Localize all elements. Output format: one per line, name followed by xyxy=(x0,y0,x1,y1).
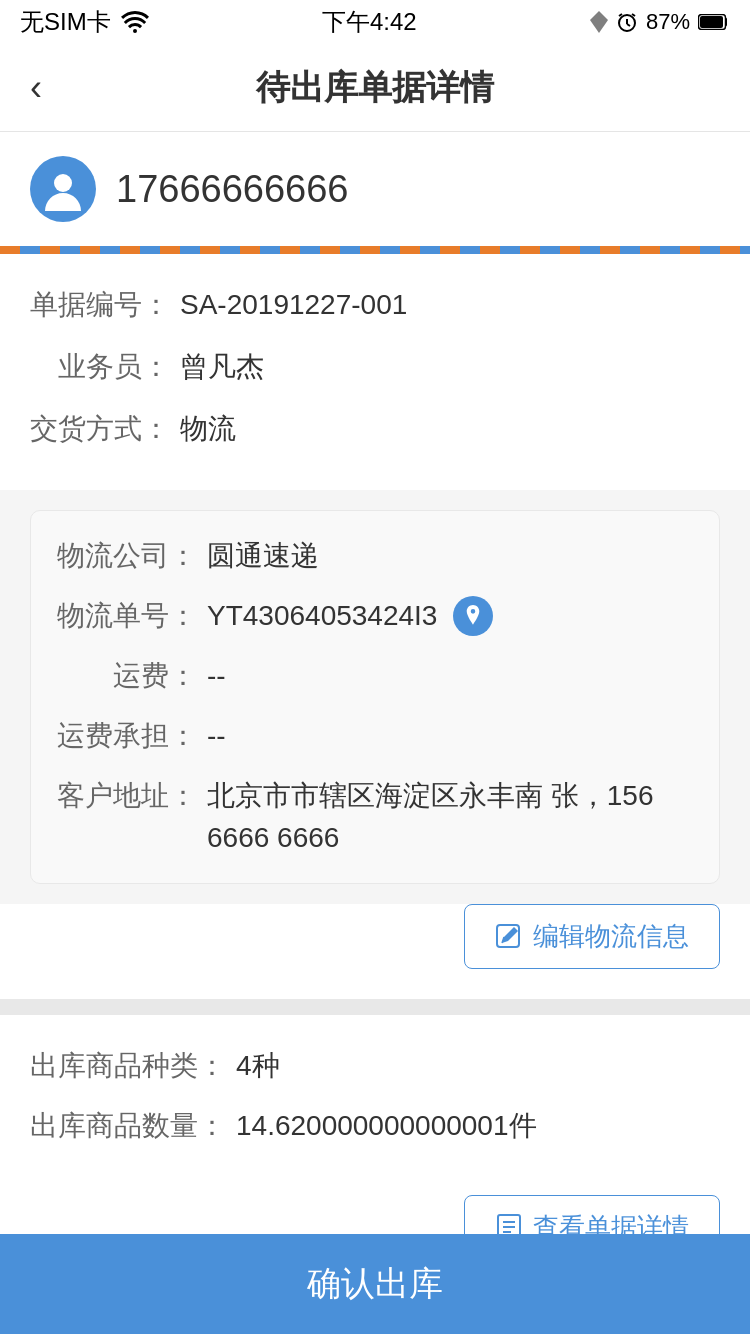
delivery-label: 交货方式： xyxy=(30,408,170,450)
battery-icon xyxy=(698,14,730,30)
freight-label: 运费： xyxy=(57,655,197,697)
doc-number-value: SA-20191227-001 xyxy=(180,284,720,326)
confirm-button[interactable]: 确认出库 xyxy=(0,1234,750,1334)
customer-phone: 17666666666 xyxy=(116,168,348,211)
page-title: 待出库单据详情 xyxy=(256,65,494,111)
tracking-row: 物流单号： YT43064053424I3 xyxy=(57,595,693,637)
wifi-icon xyxy=(121,11,149,33)
tracking-value: YT43064053424I3 xyxy=(207,595,437,637)
svg-line-4 xyxy=(632,14,635,16)
stock-quantity-value: 14.620000000000001件 xyxy=(236,1105,537,1147)
doc-number-label: 单据编号： xyxy=(30,284,170,326)
freight-bearer-label: 运费承担： xyxy=(57,715,197,757)
stock-quantity-label: 出库商品数量： xyxy=(30,1105,226,1147)
salesperson-value: 曾凡杰 xyxy=(180,346,720,388)
nav-bar: ‹ 待出库单据详情 xyxy=(0,44,750,132)
stock-quantity-row: 出库商品数量： 14.620000000000001件 xyxy=(30,1105,720,1147)
address-value: 北京市市辖区海淀区永丰南 张，156 6666 6666 xyxy=(207,775,693,859)
stock-types-row: 出库商品种类： 4种 xyxy=(30,1045,720,1087)
logistics-company-value: 圆通速递 xyxy=(207,535,693,577)
content: 17666666666 单据编号： SA-20191227-001 业务员： 曾… xyxy=(0,132,750,1334)
edit-logistics-button[interactable]: 编辑物流信息 xyxy=(464,904,720,969)
dashed-divider xyxy=(0,246,750,254)
freight-bearer-row: 运费承担： -- xyxy=(57,715,693,757)
section-separator xyxy=(0,999,750,1015)
customer-header: 17666666666 xyxy=(0,132,750,246)
stock-section: 出库商品种类： 4种 出库商品数量： 14.620000000000001件 xyxy=(0,1015,750,1195)
stock-types-value: 4种 xyxy=(236,1045,280,1087)
tracking-label: 物流单号： xyxy=(57,595,197,637)
logistics-card: 物流公司： 圆通速递 物流单号： YT43064053424I3 运费： -- … xyxy=(30,510,720,884)
doc-number-row: 单据编号： SA-20191227-001 xyxy=(30,284,720,326)
address-row: 客户地址： 北京市市辖区海淀区永丰南 张，156 6666 6666 xyxy=(57,775,693,859)
status-bar: 无SIM卡 下午4:42 87% xyxy=(0,0,750,44)
delivery-row: 交货方式： 物流 xyxy=(30,408,720,450)
freight-value: -- xyxy=(207,655,693,697)
svg-point-7 xyxy=(54,174,72,192)
freight-row: 运费： -- xyxy=(57,655,693,697)
status-bar-left: 无SIM卡 xyxy=(20,6,149,38)
svg-line-3 xyxy=(619,14,622,16)
address-label: 客户地址： xyxy=(57,775,197,817)
track-location-icon[interactable] xyxy=(453,596,493,636)
status-bar-time: 下午4:42 xyxy=(322,6,417,38)
basic-info-section: 单据编号： SA-20191227-001 业务员： 曾凡杰 交货方式： 物流 xyxy=(0,254,750,490)
back-button[interactable]: ‹ xyxy=(30,67,42,109)
delivery-value: 物流 xyxy=(180,408,720,450)
tracking-value-row: YT43064053424I3 xyxy=(207,595,493,637)
avatar xyxy=(30,156,96,222)
stock-types-label: 出库商品种类： xyxy=(30,1045,226,1087)
battery-percentage: 87% xyxy=(646,9,690,35)
edit-button-container: 编辑物流信息 xyxy=(0,904,750,999)
network-label: 无SIM卡 xyxy=(20,6,111,38)
salesperson-label: 业务员： xyxy=(30,346,170,388)
logistics-company-row: 物流公司： 圆通速递 xyxy=(57,535,693,577)
pin-icon xyxy=(462,605,484,627)
freight-bearer-value: -- xyxy=(207,715,693,757)
logistics-company-label: 物流公司： xyxy=(57,535,197,577)
salesperson-row: 业务员： 曾凡杰 xyxy=(30,346,720,388)
svg-rect-6 xyxy=(700,16,723,28)
svg-line-2 xyxy=(627,24,630,26)
status-bar-right: 87% xyxy=(590,9,730,35)
user-icon xyxy=(41,167,85,211)
edit-icon xyxy=(495,923,523,951)
location-nav-icon xyxy=(590,11,608,33)
alarm-icon xyxy=(616,11,638,33)
confirm-button-label: 确认出库 xyxy=(307,1261,443,1307)
